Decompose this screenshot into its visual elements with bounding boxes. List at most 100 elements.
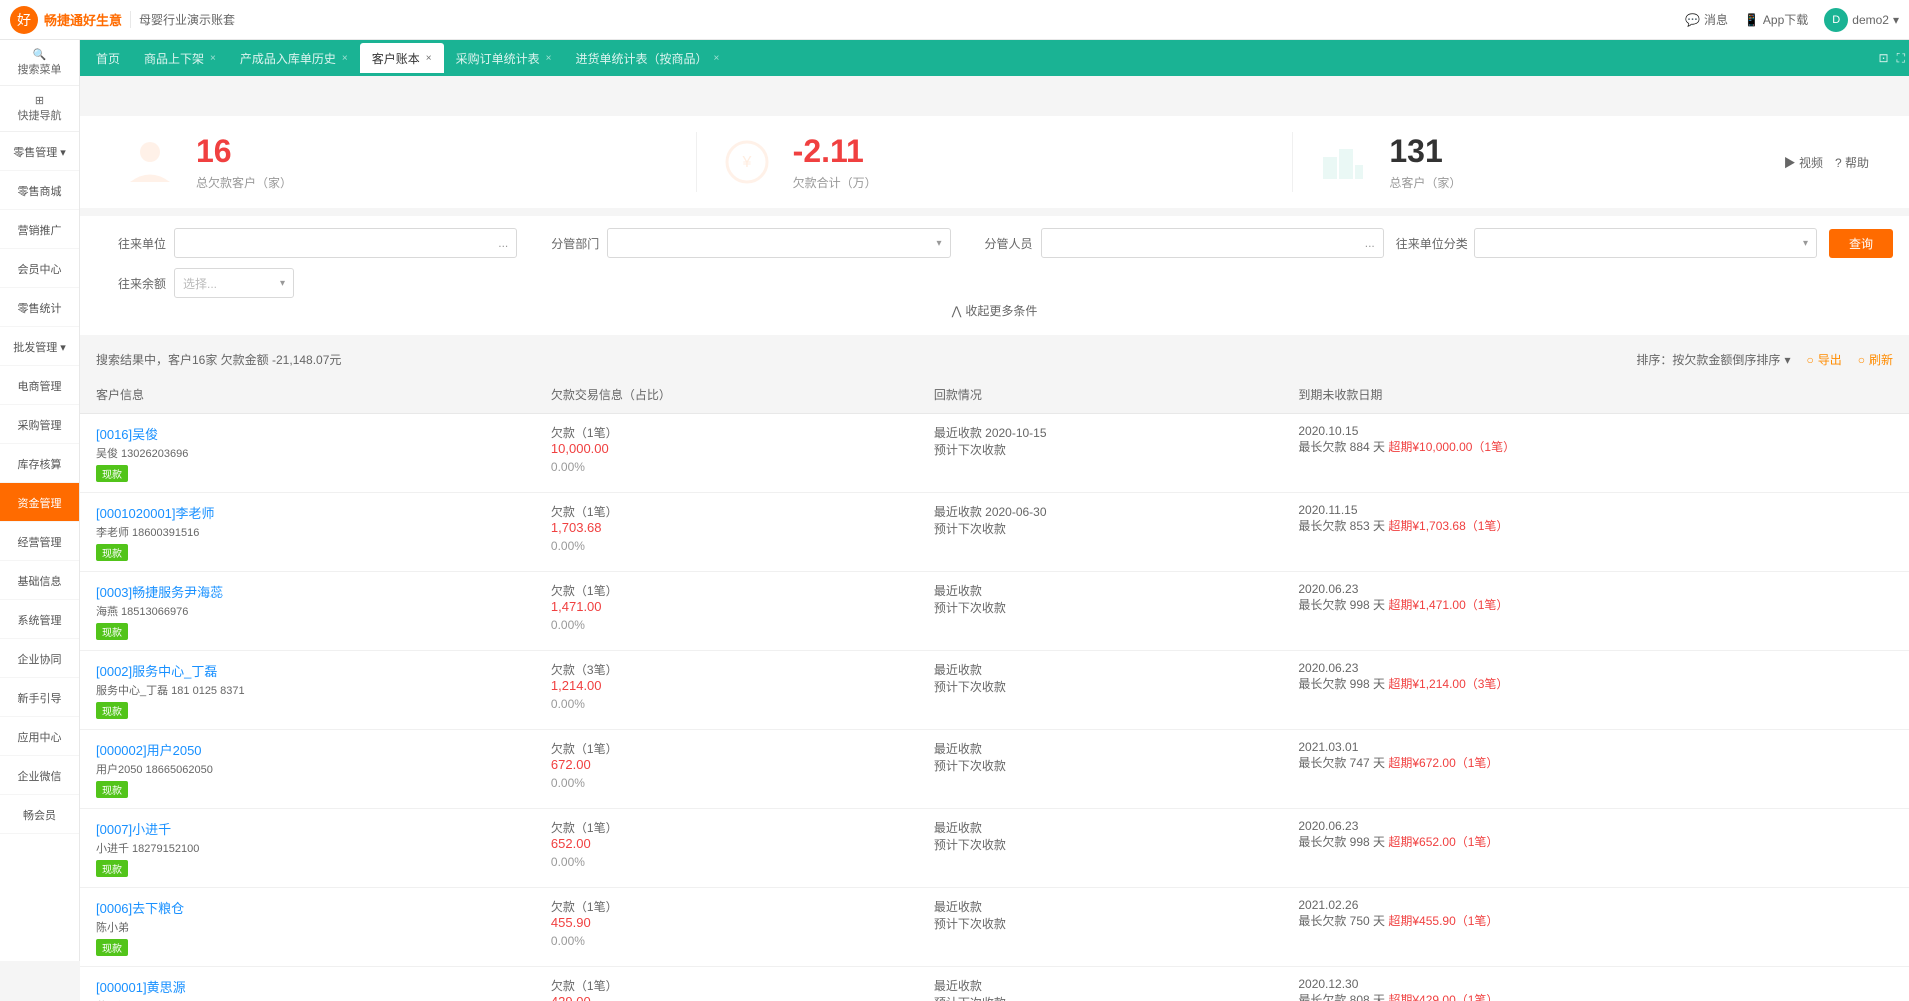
tag-xian-1: 现款 bbox=[96, 544, 128, 561]
debt-amount-6: 455.90 bbox=[551, 915, 902, 930]
tab-close-3[interactable]: × bbox=[426, 53, 432, 64]
overdue-amount-2[interactable]: 超期¥1,471.00（1笔） bbox=[1388, 598, 1508, 612]
export-button[interactable]: ○ 导出 bbox=[1806, 351, 1841, 368]
customer-name-0[interactable]: [0016]吴俊 bbox=[96, 424, 519, 443]
help-button[interactable]: ? 帮助 bbox=[1835, 154, 1869, 171]
collapse-icon: ⋀ bbox=[952, 304, 962, 318]
debt-pct-6: 0.00% bbox=[551, 934, 902, 948]
customer-phone-4: 用户2050 18665062050 bbox=[96, 761, 519, 777]
filter-input-person[interactable]: ... bbox=[1041, 228, 1384, 258]
company-selector[interactable]: 母婴行业演示账套 bbox=[130, 11, 243, 28]
overdue-amount-4[interactable]: 超期¥672.00（1笔） bbox=[1388, 756, 1498, 770]
debt-desc-6: 欠款（1笔） bbox=[551, 898, 902, 915]
sidebar-item-8[interactable]: 库存核算 bbox=[0, 444, 79, 483]
sort-chevron-icon: ▾ bbox=[1784, 353, 1790, 367]
export-icon: ○ bbox=[1806, 353, 1813, 367]
overdue-amount-7[interactable]: 超期¥429.00（1笔） bbox=[1388, 993, 1498, 1001]
customer-phone-0: 吴俊 13026203696 bbox=[96, 445, 519, 461]
phone-icon: 📱 bbox=[1744, 13, 1759, 27]
collapse-button[interactable]: ⋀ 收起更多条件 bbox=[96, 298, 1893, 323]
table-row: [0003]畅捷服务尹海蕊 海燕 18513066976 现款 欠款（1笔） 1… bbox=[80, 572, 1909, 651]
results-actions: 排序：按欠款金额倒序排序 ▾ ○ 导出 ○ 刷新 bbox=[1636, 351, 1893, 368]
tab-5[interactable]: 进货单统计表（按商品）× bbox=[563, 43, 731, 73]
due-date-1: 2020.11.15 bbox=[1298, 503, 1893, 517]
due-date-2: 2020.06.23 bbox=[1298, 582, 1893, 596]
customer-phone-2: 海燕 18513066976 bbox=[96, 603, 519, 619]
sidebar-item-13[interactable]: 企业协同 bbox=[0, 639, 79, 678]
stat-card-actions: ▶ 视频 ? 帮助 bbox=[1784, 154, 1869, 171]
next-pay-2: 预计下次收款 bbox=[934, 599, 1267, 616]
sidebar-item-1[interactable]: 零售商城 bbox=[0, 171, 79, 210]
sidebar-item-15[interactable]: 应用中心 bbox=[0, 717, 79, 756]
tag-xian-6: 现款 bbox=[96, 939, 128, 956]
sidebar-item-3[interactable]: 会员中心 bbox=[0, 249, 79, 288]
debt-cell-1: 欠款（1笔） 1,703.68 0.00% bbox=[535, 493, 918, 572]
customer-name-3[interactable]: [0002]服务中心_丁磊 bbox=[96, 661, 519, 680]
sidebar-item-14[interactable]: 新手引导 bbox=[0, 678, 79, 717]
sidebar-item-7[interactable]: 采购管理 bbox=[0, 405, 79, 444]
tab-bar: 首页商品上下架×产成品入库单历史×客户账本×采购订单统计表×进货单统计表（按商品… bbox=[80, 40, 1909, 76]
tab-expand-icon[interactable]: ⛶ bbox=[1897, 51, 1905, 66]
message-button[interactable]: 💬 消息 bbox=[1685, 11, 1728, 28]
sidebar-item-4[interactable]: 零售统计 bbox=[0, 288, 79, 327]
customer-cell-1: [0001020001]李老师 李老师 18600391516 现款 bbox=[80, 493, 535, 572]
customer-name-6[interactable]: [0006]去下粮仓 bbox=[96, 898, 519, 917]
app-download-button[interactable]: 📱 App下载 bbox=[1744, 11, 1808, 28]
sort-select[interactable]: 排序：按欠款金额倒序排序 ▾ bbox=[1636, 351, 1790, 368]
repayment-cell-1: 最近收款 2020-06-30 预计下次收款 bbox=[918, 493, 1283, 572]
tag-xian-4: 现款 bbox=[96, 781, 128, 798]
balance-chevron-icon: ▾ bbox=[280, 278, 285, 289]
sidebar-item-11[interactable]: 基础信息 bbox=[0, 561, 79, 600]
video-button[interactable]: ▶ 视频 bbox=[1784, 154, 1823, 171]
tab-close-1[interactable]: × bbox=[210, 53, 216, 64]
tab-4[interactable]: 采购订单统计表× bbox=[444, 43, 564, 73]
overdue-amount-3[interactable]: 超期¥1,214.00（3笔） bbox=[1388, 677, 1508, 691]
sidebar-item-5[interactable]: 批发管理 ▾ bbox=[0, 327, 79, 366]
refresh-button[interactable]: ○ 刷新 bbox=[1858, 351, 1893, 368]
sidebar-item-12[interactable]: 系统管理 bbox=[0, 600, 79, 639]
user-menu[interactable]: D demo2 ▾ bbox=[1824, 8, 1899, 32]
customer-name-5[interactable]: [0007]小进千 bbox=[96, 819, 519, 838]
filter-item-dept: 分管部门 ▾ bbox=[529, 228, 950, 258]
debt-amount-3: 1,214.00 bbox=[551, 678, 902, 693]
customer-cell-4: [000002]用户2050 用户2050 18665062050 现款 bbox=[80, 730, 535, 809]
sidebar-item-2[interactable]: 营销推广 bbox=[0, 210, 79, 249]
tab-0[interactable]: 首页 bbox=[84, 43, 132, 73]
overdue-amount-5[interactable]: 超期¥652.00（1笔） bbox=[1388, 835, 1498, 849]
customer-name-4[interactable]: [000002]用户2050 bbox=[96, 740, 519, 759]
debt-cell-2: 欠款（1笔） 1,471.00 0.00% bbox=[535, 572, 918, 651]
search-button[interactable]: 查询 bbox=[1829, 229, 1893, 258]
filter-select-balance[interactable]: 选择... ▾ bbox=[174, 268, 294, 298]
sidebar-item-0[interactable]: 零售管理 ▾ bbox=[0, 132, 79, 171]
overdue-days-2: 最长欠款 998 天 超期¥1,471.00（1笔） bbox=[1298, 596, 1893, 613]
tab-3[interactable]: 客户账本× bbox=[360, 43, 444, 73]
customer-name-1[interactable]: [0001020001]李老师 bbox=[96, 503, 519, 522]
sidebar-item-9[interactable]: 资金管理 bbox=[0, 483, 79, 522]
sidebar-item-6[interactable]: 电商管理 bbox=[0, 366, 79, 405]
tab-close-4[interactable]: × bbox=[546, 53, 552, 64]
tab-window-icon[interactable]: ⊡ bbox=[1879, 51, 1889, 65]
repayment-cell-4: 最近收款 预计下次收款 bbox=[918, 730, 1283, 809]
tab-1[interactable]: 商品上下架× bbox=[132, 43, 228, 73]
quick-nav[interactable]: ⊞ 快捷导航 bbox=[0, 86, 79, 132]
due-date-7: 2020.12.30 bbox=[1298, 977, 1893, 991]
tab-close-5[interactable]: × bbox=[713, 53, 719, 64]
search-menu[interactable]: 🔍 搜索菜单 bbox=[0, 40, 79, 86]
overdue-amount-1[interactable]: 超期¥1,703.68（1笔） bbox=[1388, 519, 1508, 533]
table-row: [000002]用户2050 用户2050 18665062050 现款 欠款（… bbox=[80, 730, 1909, 809]
sidebar-item-16[interactable]: 企业微信 bbox=[0, 756, 79, 795]
tab-2[interactable]: 产成品入库单历史× bbox=[228, 43, 360, 73]
overdue-amount-6[interactable]: 超期¥455.90（1笔） bbox=[1388, 914, 1498, 928]
overdue-amount-0[interactable]: 超期¥10,000.00（1笔） bbox=[1388, 440, 1515, 454]
sidebar-item-17[interactable]: 畅会员 bbox=[0, 795, 79, 834]
overdue-days-1: 最长欠款 853 天 超期¥1,703.68（1笔） bbox=[1298, 517, 1893, 534]
filter-select-dept[interactable]: ▾ bbox=[607, 228, 950, 258]
customer-name-7[interactable]: [000001]黄思源 bbox=[96, 977, 519, 996]
debt-pct-4: 0.00% bbox=[551, 776, 902, 790]
filter-input-unit[interactable]: ... bbox=[174, 228, 517, 258]
tab-close-2[interactable]: × bbox=[342, 53, 348, 64]
filter-select-category[interactable]: ▾ bbox=[1474, 228, 1817, 258]
logo-area: 好 畅捷通好生意 bbox=[10, 6, 122, 34]
customer-name-2[interactable]: [0003]畅捷服务尹海蕊 bbox=[96, 582, 519, 601]
sidebar-item-10[interactable]: 经营管理 bbox=[0, 522, 79, 561]
